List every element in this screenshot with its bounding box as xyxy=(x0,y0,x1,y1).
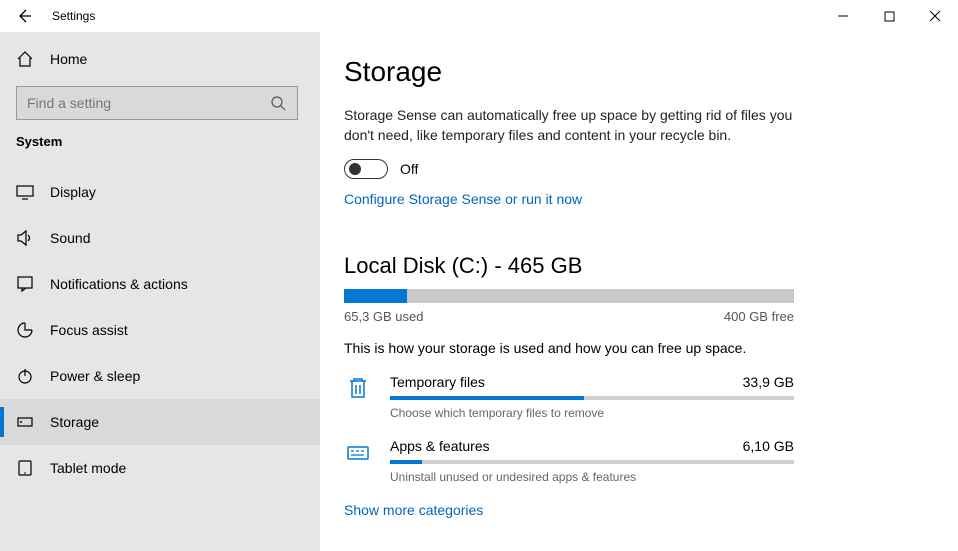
sidebar-item-label: Storage xyxy=(50,414,99,430)
tablet-icon xyxy=(16,459,34,477)
sidebar-item-power-sleep[interactable]: Power & sleep xyxy=(0,353,320,399)
display-icon xyxy=(16,183,34,201)
category-apps-features[interactable]: Apps & features 6,10 GB Uninstall unused… xyxy=(344,438,794,484)
category-sub: Uninstall unused or undesired apps & fea… xyxy=(390,470,794,484)
sidebar-item-label: Display xyxy=(50,184,96,200)
search-field[interactable] xyxy=(27,95,257,111)
toggle-knob xyxy=(349,163,361,175)
minimize-button[interactable] xyxy=(820,0,866,32)
sidebar-item-display[interactable]: Display xyxy=(0,169,320,215)
category-size: 33,9 GB xyxy=(743,374,794,390)
sidebar-item-focus-assist[interactable]: Focus assist xyxy=(0,307,320,353)
category-bar xyxy=(390,460,794,464)
close-button[interactable] xyxy=(912,0,958,32)
minimize-icon xyxy=(834,7,852,25)
disk-free-label: 400 GB free xyxy=(724,309,794,324)
disk-usage-fill xyxy=(344,289,407,303)
search-input[interactable] xyxy=(16,86,298,120)
sound-icon xyxy=(16,229,34,247)
sidebar-item-notifications[interactable]: Notifications & actions xyxy=(0,261,320,307)
close-icon xyxy=(926,7,944,25)
page-title: Storage xyxy=(344,56,926,88)
notifications-icon xyxy=(16,275,34,293)
back-button[interactable] xyxy=(0,0,48,32)
storage-sense-description: Storage Sense can automatically free up … xyxy=(344,106,804,145)
category-label: Temporary files xyxy=(390,374,485,390)
sidebar-item-sound[interactable]: Sound xyxy=(0,215,320,261)
maximize-button[interactable] xyxy=(866,0,912,32)
storage-icon xyxy=(16,413,34,431)
main-pane: Storage Storage Sense can automatically … xyxy=(320,32,958,551)
sidebar-item-storage[interactable]: Storage xyxy=(0,399,320,445)
category-sub: Choose which temporary files to remove xyxy=(390,406,794,420)
configure-storage-sense-link[interactable]: Configure Storage Sense or run it now xyxy=(344,191,926,207)
sidebar-item-tablet-mode[interactable]: Tablet mode xyxy=(0,445,320,491)
sidebar-item-label: Power & sleep xyxy=(50,368,140,384)
sidebar: Home System Display Sound Notifications … xyxy=(0,32,320,551)
search-icon xyxy=(269,94,287,112)
sidebar-item-label: Tablet mode xyxy=(50,460,126,476)
power-icon xyxy=(16,367,34,385)
disk-usage-bar xyxy=(344,289,794,303)
arrow-left-icon xyxy=(15,7,33,25)
storage-sense-toggle-label: Off xyxy=(400,161,418,177)
focus-assist-icon xyxy=(16,321,34,339)
sidebar-home-label: Home xyxy=(50,51,87,67)
sidebar-home[interactable]: Home xyxy=(0,40,320,78)
category-bar xyxy=(390,396,794,400)
disk-used-label: 65,3 GB used xyxy=(344,309,424,324)
sidebar-item-label: Notifications & actions xyxy=(50,276,188,292)
storage-usage-text: This is how your storage is used and how… xyxy=(344,340,926,356)
storage-sense-toggle[interactable] xyxy=(344,159,388,179)
category-label: Apps & features xyxy=(390,438,490,454)
window-title: Settings xyxy=(48,9,95,23)
sidebar-item-label: Focus assist xyxy=(50,322,128,338)
category-temporary-files[interactable]: Temporary files 33,9 GB Choose which tem… xyxy=(344,374,794,420)
category-size: 6,10 GB xyxy=(743,438,794,454)
sidebar-section-label: System xyxy=(0,134,320,149)
show-more-categories-link[interactable]: Show more categories xyxy=(344,502,926,518)
titlebar: Settings xyxy=(0,0,958,32)
home-icon xyxy=(16,50,34,68)
maximize-icon xyxy=(880,7,898,25)
trash-icon xyxy=(344,374,372,402)
apps-icon xyxy=(344,438,372,466)
disk-heading: Local Disk (C:) - 465 GB xyxy=(344,253,926,279)
sidebar-item-label: Sound xyxy=(50,230,90,246)
